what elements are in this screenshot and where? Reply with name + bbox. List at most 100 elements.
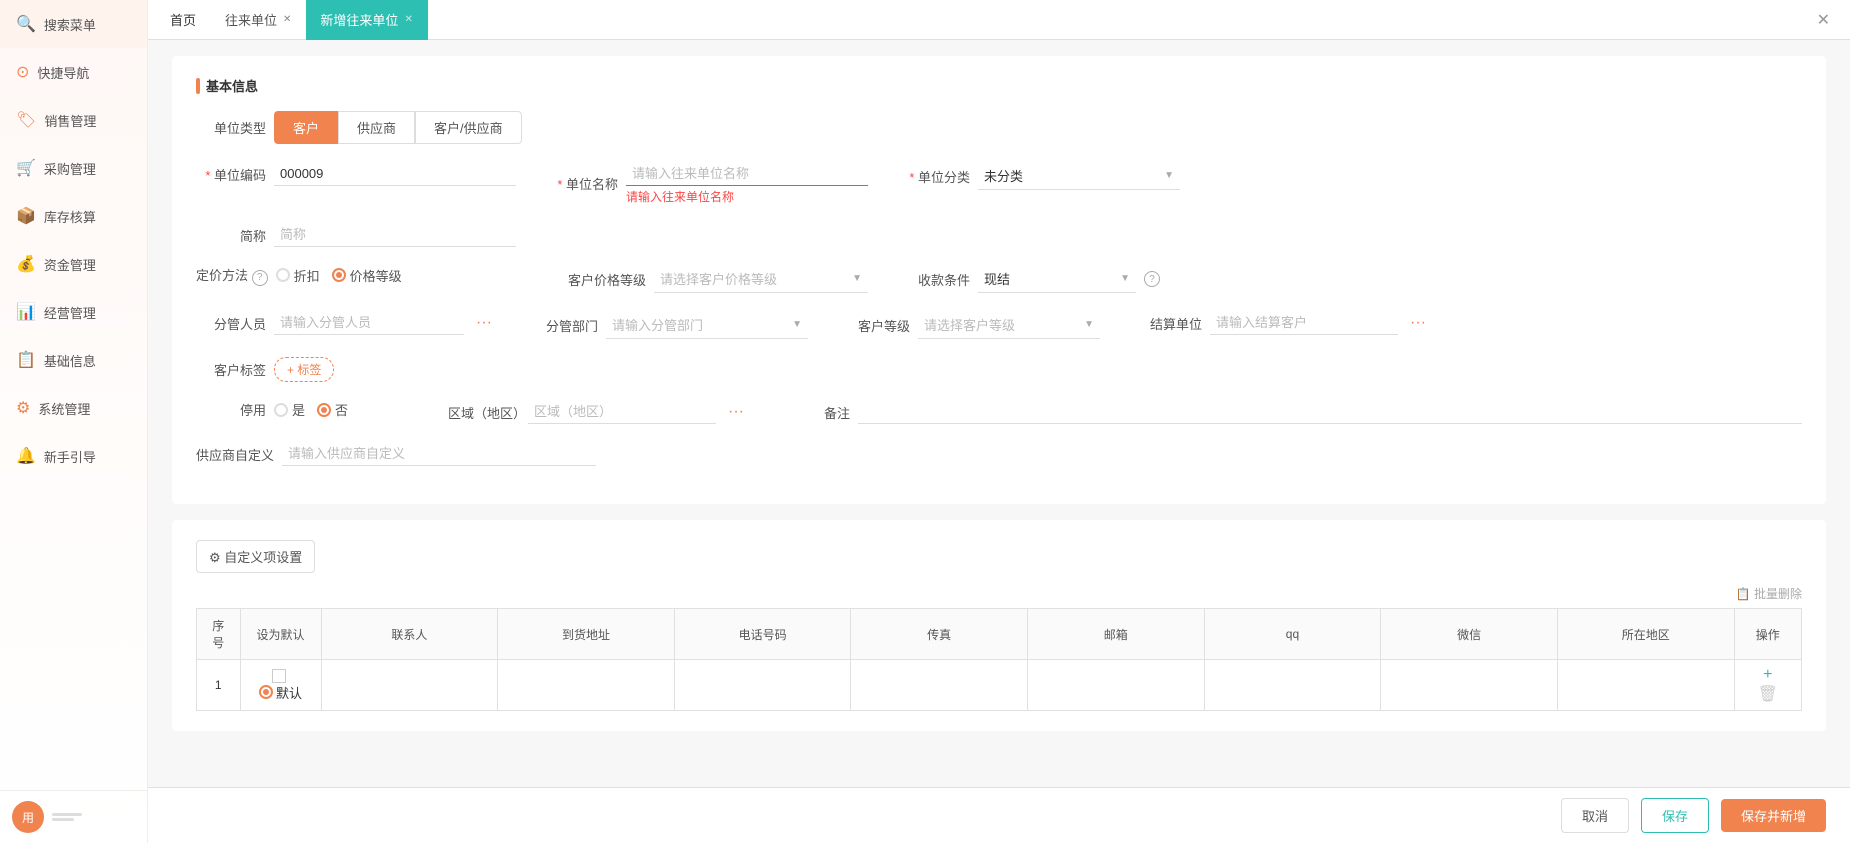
cell-qq[interactable] [1204, 660, 1381, 711]
sidebar-item-basic[interactable]: 📋 基础信息 [0, 336, 147, 384]
dropdown-arrow-icon5: ▼ [1084, 319, 1094, 330]
region-input[interactable] [528, 400, 716, 424]
sidebar-item-label: 采购管理 [44, 159, 96, 178]
batch-delete-button[interactable]: 📋 批量删除 [1736, 585, 1802, 602]
manager-dots-button[interactable]: ··· [472, 314, 496, 332]
department-select[interactable]: 请输入分管部门 ▼ [606, 311, 808, 339]
window-close-button[interactable]: ✕ [1805, 10, 1842, 30]
unit-code-input[interactable] [274, 162, 516, 186]
radio-price-level[interactable]: 价格等级 [332, 266, 402, 285]
sidebar-item-label: 快捷导航 [37, 63, 89, 82]
th-fax: 传真 [851, 609, 1028, 660]
region-table-input[interactable] [1568, 678, 1724, 693]
pricing-method-field: 定价方法 ? 折扣 价格等级 [196, 265, 536, 286]
cell-default-radio[interactable]: 默认 [259, 683, 302, 702]
short-name-input[interactable] [274, 223, 516, 247]
payment-terms-help-icon[interactable]: ? [1144, 271, 1160, 287]
customer-level-select[interactable]: 请选择客户等级 ▼ [918, 311, 1100, 339]
cell-email[interactable] [1027, 660, 1204, 711]
radio-no[interactable]: 否 [317, 400, 348, 419]
sidebar-item-system[interactable]: ⚙ 系统管理 [0, 384, 147, 432]
th-qq: qq [1204, 609, 1381, 660]
address-input[interactable] [508, 678, 664, 693]
unit-type-group: 客户 供应商 客户/供应商 [274, 111, 522, 144]
settlement-unit-input[interactable] [1210, 311, 1398, 335]
sidebar-item-inventory[interactable]: 📦 库存核算 [0, 192, 147, 240]
tab-close-partners[interactable]: ✕ [283, 14, 291, 25]
home-icon: ⊙ [16, 62, 29, 82]
basic-icon: 📋 [16, 350, 36, 370]
row-delete-button[interactable]: 🗑 [1754, 686, 1782, 703]
radio-yes[interactable]: 是 [274, 400, 305, 419]
customer-level-field: 客户等级 请选择客户等级 ▼ [840, 311, 1100, 339]
unit-category-label: 单位分类 [900, 167, 970, 186]
sidebar-item-purchase[interactable]: 🛒 采购管理 [0, 144, 147, 192]
qq-input[interactable] [1215, 678, 1371, 693]
email-input[interactable] [1038, 678, 1194, 693]
cell-wechat[interactable] [1381, 660, 1558, 711]
unit-name-input[interactable] [626, 162, 868, 186]
sidebar-item-label: 搜索菜单 [44, 15, 96, 34]
sales-icon: 🏷 [16, 110, 36, 130]
disabled-radio-group: 是 否 [274, 400, 348, 419]
pricing-help-icon[interactable]: ? [252, 270, 268, 286]
contact-input[interactable] [332, 678, 488, 693]
cell-region[interactable] [1557, 660, 1734, 711]
section-title-basic: 基本信息 [196, 76, 1802, 95]
radio-no-label: 否 [335, 400, 348, 419]
remark-input[interactable] [858, 400, 1802, 424]
search-icon: 🔍 [16, 14, 36, 34]
table-header-row: 序号 设为默认 联系人 到货地址 电话号码 传真 邮箱 qq 微信 所在地区 操… [197, 609, 1802, 660]
sidebar-item-quick-nav[interactable]: ⊙ 快捷导航 [0, 48, 147, 96]
payment-terms-select[interactable]: 现结 ▼ [978, 265, 1136, 293]
th-action: 操作 [1734, 609, 1801, 660]
radio-no-circle [317, 403, 331, 417]
supplier-custom-row: 供应商自定义 [196, 442, 1802, 466]
custom-settings-button[interactable]: ⚙ 自定义项设置 [196, 540, 315, 573]
unit-type-both-button[interactable]: 客户/供应商 [415, 111, 522, 144]
manager-row: 分管人员 ··· 分管部门 请输入分管部门 ▼ 客户等级 请选择客户等级 ▼ [196, 311, 1802, 339]
guide-icon: 🔔 [16, 446, 36, 466]
manager-input[interactable] [274, 311, 464, 335]
sidebar-item-sales[interactable]: 🏷 销售管理 [0, 96, 147, 144]
sidebar-item-label: 基础信息 [44, 351, 96, 370]
cancel-button[interactable]: 取消 [1561, 798, 1629, 833]
dropdown-arrow-icon4: ▼ [792, 319, 802, 330]
save-new-button[interactable]: 保存并新增 [1721, 799, 1826, 832]
tabbar: 首页 往来单位 ✕ 新增往来单位 ✕ ✕ [148, 0, 1850, 40]
row-add-button[interactable]: + [1759, 666, 1776, 683]
region-dots-button[interactable]: ··· [724, 403, 748, 421]
cell-fax[interactable] [851, 660, 1028, 711]
customer-price-level-select[interactable]: 请选择客户价格等级 ▼ [654, 265, 868, 293]
unit-type-field: 单位类型 客户 供应商 客户/供应商 [196, 111, 1802, 144]
settlement-unit-dots-button[interactable]: ··· [1406, 314, 1430, 332]
settlement-unit-label: 结算单位 [1132, 314, 1202, 333]
unit-code-label: 单位编码 [196, 165, 266, 184]
fax-input[interactable] [861, 678, 1017, 693]
wechat-input[interactable] [1391, 678, 1547, 693]
radio-discount[interactable]: 折扣 [276, 266, 320, 285]
sidebar-item-finance[interactable]: 💰 资金管理 [0, 240, 147, 288]
sidebar-item-operation[interactable]: 📊 经营管理 [0, 288, 147, 336]
cell-phone[interactable] [674, 660, 851, 711]
cell-seq: 1 [197, 660, 241, 711]
unit-category-select[interactable]: 未分类 ▼ [978, 162, 1180, 190]
cell-contact[interactable] [321, 660, 498, 711]
phone-input[interactable] [685, 678, 841, 693]
save-button[interactable]: 保存 [1641, 798, 1709, 833]
add-tag-button[interactable]: + 标签 [274, 357, 334, 382]
remark-label: 备注 [780, 403, 850, 422]
sidebar-item-search[interactable]: 🔍 搜索菜单 [0, 0, 147, 48]
tab-new-partner[interactable]: 新增往来单位 ✕ [306, 0, 427, 40]
unit-type-customer-button[interactable]: 客户 [274, 111, 338, 144]
tab-label: 新增往来单位 [320, 10, 398, 29]
tab-partners[interactable]: 往来单位 ✕ [211, 0, 306, 40]
sidebar-item-guide[interactable]: 🔔 新手引导 [0, 432, 147, 480]
unit-type-supplier-button[interactable]: 供应商 [338, 111, 415, 144]
cell-address[interactable] [498, 660, 675, 711]
radio-price-level-label: 价格等级 [350, 266, 402, 285]
supplier-custom-input[interactable] [282, 442, 596, 466]
tab-close-new-partner[interactable]: ✕ [404, 14, 412, 25]
tab-home[interactable]: 首页 [156, 0, 211, 40]
checkbox-default[interactable] [272, 669, 286, 683]
